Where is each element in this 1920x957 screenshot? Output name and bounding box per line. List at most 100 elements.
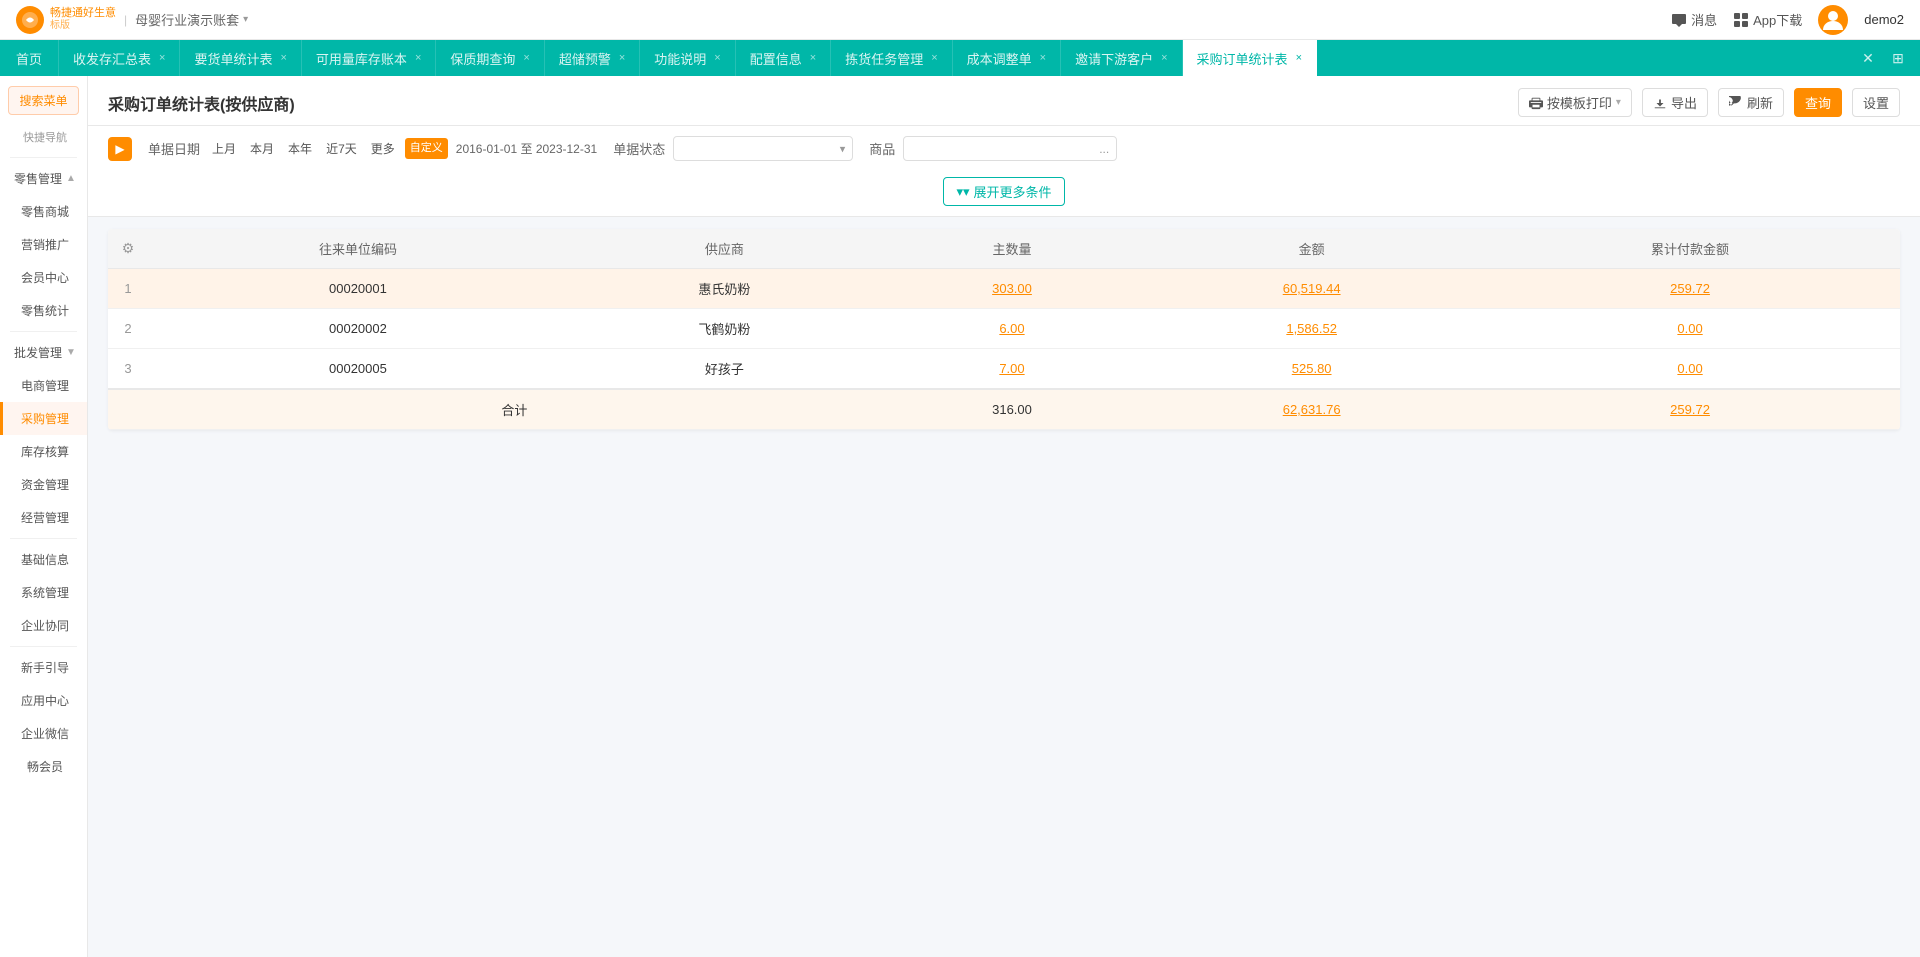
row-amount[interactable]: 60,519.44 — [1143, 269, 1480, 309]
row-paid[interactable]: 0.00 — [1480, 309, 1900, 349]
tab-caigou-close[interactable]: × — [1296, 52, 1302, 64]
user-name[interactable]: demo2 — [1864, 12, 1904, 27]
tab-baozhi-close[interactable]: × — [523, 52, 529, 64]
sidebar-item-retail-mgmt[interactable]: 零售管理 ▲ — [0, 162, 87, 195]
date-shortcuts: 上月 本月 本年 近7天 更多 自定义 — [208, 138, 448, 159]
tab-gongneng-close[interactable]: × — [714, 52, 720, 64]
tab-baozhi[interactable]: 保质期查询 × — [436, 40, 544, 76]
shortcut-this-month[interactable]: 本月 — [246, 138, 278, 159]
sidebar-item-enterprise[interactable]: 企业协同 — [0, 609, 87, 642]
row-code: 00020001 — [148, 269, 568, 309]
sidebar-item-finance[interactable]: 资金管理 — [0, 468, 87, 501]
message-icon — [1671, 12, 1687, 28]
sidebar-item-system[interactable]: 系统管理 — [0, 576, 87, 609]
sidebar-item-marketing[interactable]: 营销推广 — [0, 228, 87, 261]
goods-more-icon[interactable]: ... — [1099, 142, 1109, 156]
tab-peizhi[interactable]: 配置信息 × — [736, 40, 831, 76]
sidebar-retail-shop-label: 零售商城 — [21, 203, 69, 220]
tab-caigou-active[interactable]: 采购订单统计表 × — [1183, 40, 1317, 76]
sidebar-item-retail-stat[interactable]: 零售统计 — [0, 294, 87, 327]
shortcut-last-month[interactable]: 上月 — [208, 138, 240, 159]
sidebar-purchase-label: 采购管理 — [21, 410, 69, 427]
app-download-button[interactable]: App下载 — [1733, 10, 1802, 29]
sidebar-basic-info-label: 基础信息 — [21, 551, 69, 568]
tab-keyongliang[interactable]: 可用量库存账本 × — [302, 40, 436, 76]
tab-yaohuodan-close[interactable]: × — [280, 52, 286, 64]
tab-peizhi-close[interactable]: × — [810, 52, 816, 64]
tab-yaohuodan[interactable]: 要货单统计表 × — [180, 40, 301, 76]
tab-gongneng[interactable]: 功能说明 × — [640, 40, 735, 76]
expand-down-icon: ▾▾ — [956, 184, 969, 200]
nav-tabs-end: ✕ ⊞ — [1854, 44, 1920, 72]
row-quantity[interactable]: 6.00 — [881, 309, 1143, 349]
tab-chaochuyujing[interactable]: 超储预警 × — [545, 40, 640, 76]
workspace-selector[interactable]: 母婴行业演示账套 ▾ — [135, 10, 248, 29]
footer-empty — [108, 389, 148, 430]
sidebar-item-wechat[interactable]: 企业微信 — [0, 717, 87, 750]
search-menu-button[interactable]: 搜索菜单 — [8, 86, 79, 115]
row-paid[interactable]: 259.72 — [1480, 269, 1900, 309]
tab-chengben[interactable]: 成本调整单 × — [953, 40, 1061, 76]
shortcut-7days[interactable]: 近7天 — [322, 138, 361, 159]
row-quantity[interactable]: 7.00 — [881, 349, 1143, 390]
sidebar-item-wholesale[interactable]: 批发管理 ▼ — [0, 336, 87, 369]
sidebar-finance-label: 资金管理 — [21, 476, 69, 493]
sidebar-item-app-center[interactable]: 应用中心 — [0, 684, 87, 717]
row-quantity[interactable]: 303.00 — [881, 269, 1143, 309]
status-label: 单据状态 — [613, 139, 665, 158]
row-paid[interactable]: 0.00 — [1480, 349, 1900, 390]
tab-chaochuyujing-close[interactable]: × — [619, 52, 625, 64]
print-button[interactable]: 按模板打印 ▾ — [1518, 88, 1632, 117]
row-supplier: 好孩子 — [568, 349, 881, 390]
sidebar-item-ecommerce[interactable]: 电商管理 — [0, 369, 87, 402]
sidebar-item-new-guide[interactable]: 新手引导 — [0, 651, 87, 684]
tab-chengben-close[interactable]: × — [1040, 52, 1046, 64]
sidebar-item-member-vip[interactable]: 畅会员 — [0, 750, 87, 783]
sidebar-item-purchase[interactable]: 采购管理 — [0, 402, 87, 435]
row-amount[interactable]: 1,586.52 — [1143, 309, 1480, 349]
sidebar-divider-3 — [10, 538, 77, 539]
tab-yaoqing[interactable]: 邀请下游客户 × — [1061, 40, 1182, 76]
refresh-button[interactable]: 刷新 — [1718, 88, 1784, 117]
date-label: 单据日期 — [148, 139, 200, 158]
table-area: ⚙ 往来单位编码 供应商 主数量 金额 累计付款金额 1 00020001 惠氏… — [88, 217, 1920, 957]
table-settings-icon[interactable]: ⚙ — [122, 240, 135, 256]
shortcut-more[interactable]: 更多 — [367, 138, 399, 159]
page-title: 采购订单统计表(按供应商) — [108, 91, 295, 115]
shortcut-this-year[interactable]: 本年 — [284, 138, 316, 159]
main-layout: 搜索菜单 快捷导航 零售管理 ▲ 零售商城 营销推广 会员中心 零售统计 批发管… — [0, 76, 1920, 957]
sidebar-item-quick-nav[interactable]: 快捷导航 — [0, 121, 87, 153]
sidebar-item-operations[interactable]: 经营管理 — [0, 501, 87, 534]
content-area: 采购订单统计表(按供应商) 按模板打印 ▾ 导出 刷新 — [88, 76, 1920, 957]
tab-shoufacun-close[interactable]: × — [159, 52, 165, 64]
expand-more-button[interactable]: ▾▾ 展开更多条件 — [943, 177, 1064, 206]
tab-jianhuo-close[interactable]: × — [931, 52, 937, 64]
tab-home-label: 首页 — [16, 49, 42, 68]
tab-yaoqing-close[interactable]: × — [1161, 52, 1167, 64]
sidebar-item-member[interactable]: 会员中心 — [0, 261, 87, 294]
sidebar-item-retail-shop[interactable]: 零售商城 — [0, 195, 87, 228]
sidebar-inventory-label: 库存核算 — [21, 443, 69, 460]
sidebar-item-inventory[interactable]: 库存核算 — [0, 435, 87, 468]
filter-toggle-button[interactable]: ▶ — [108, 137, 132, 161]
tab-close-all-button[interactable]: ✕ — [1854, 44, 1882, 72]
query-button[interactable]: 查询 — [1794, 88, 1842, 117]
row-amount[interactable]: 525.80 — [1143, 349, 1480, 390]
goods-input[interactable] — [903, 136, 1117, 161]
tab-keyongliang-close[interactable]: × — [415, 52, 421, 64]
tab-menu-button[interactable]: ⊞ — [1884, 44, 1912, 72]
settings-button[interactable]: 设置 — [1852, 88, 1900, 117]
tab-jianhuo[interactable]: 拣货任务管理 × — [831, 40, 952, 76]
status-select[interactable] — [673, 136, 853, 161]
print-icon — [1529, 96, 1543, 110]
sidebar-enterprise-label: 企业协同 — [21, 617, 69, 634]
tab-home[interactable]: 首页 — [0, 40, 59, 76]
goods-label: 商品 — [869, 139, 895, 158]
row-code: 00020002 — [148, 309, 568, 349]
sidebar-item-basic-info[interactable]: 基础信息 — [0, 543, 87, 576]
tab-shoufacun[interactable]: 收发存汇总表 × — [59, 40, 180, 76]
tab-jianhuo-label: 拣货任务管理 — [845, 49, 923, 68]
message-button[interactable]: 消息 — [1671, 10, 1717, 29]
export-icon — [1653, 96, 1667, 110]
export-button[interactable]: 导出 — [1642, 88, 1708, 117]
